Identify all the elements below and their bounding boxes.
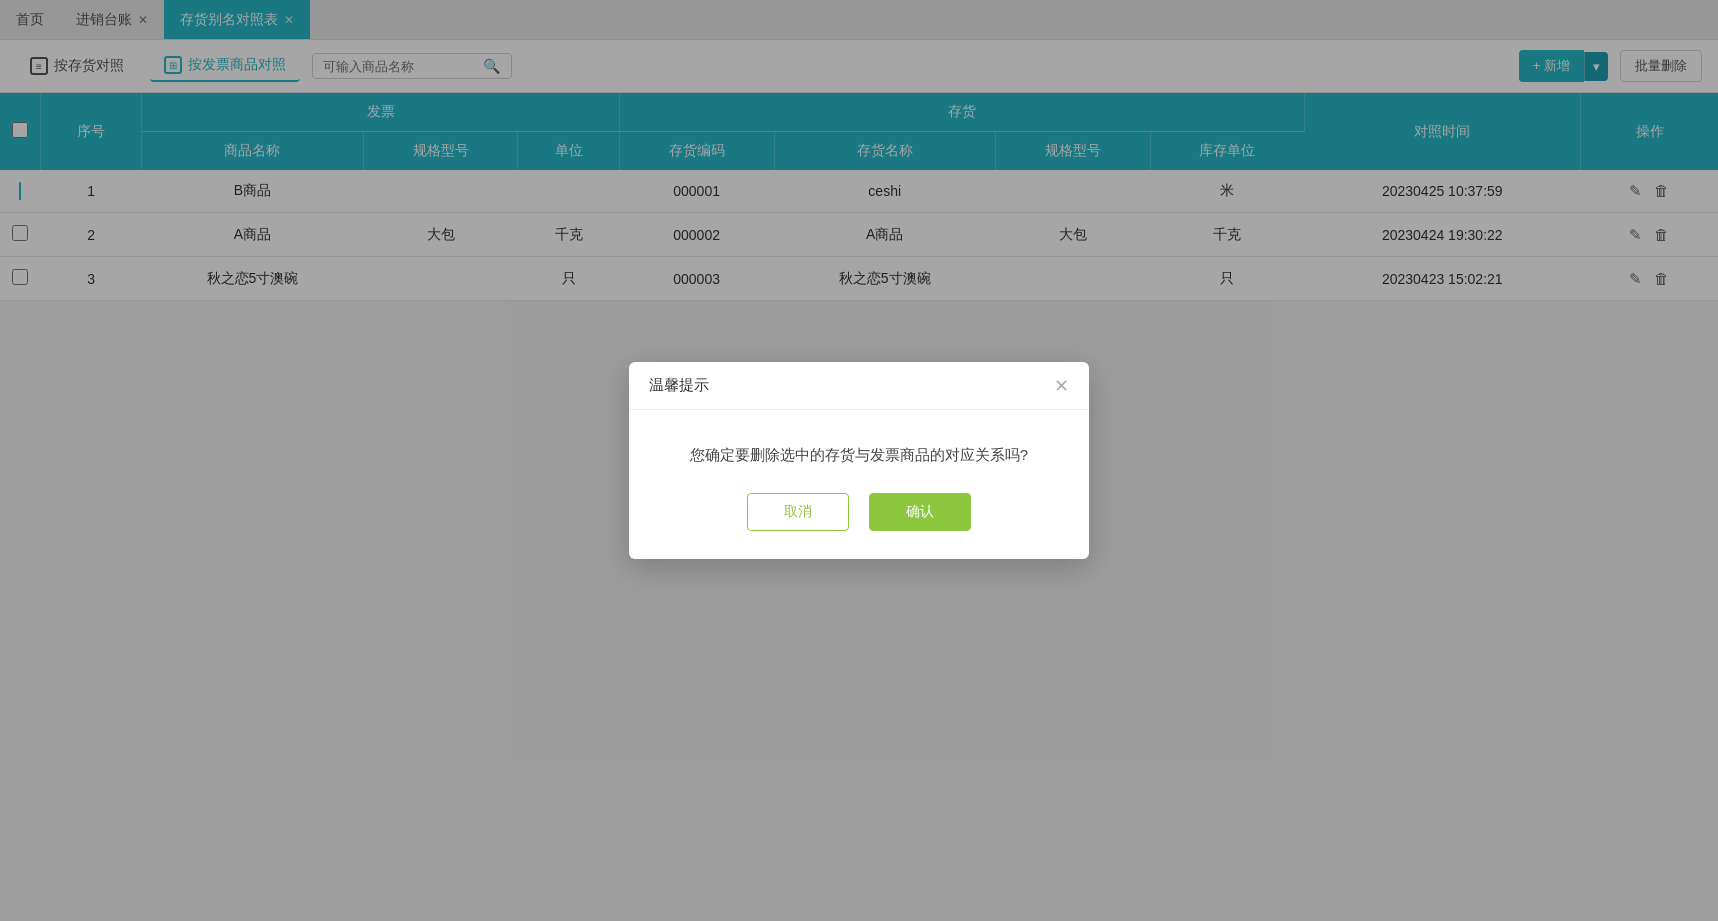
dialog-overlay: 温馨提示 ✕ 您确定要删除选中的存货与发票商品的对应关系吗? 取消 确认 bbox=[0, 0, 1718, 301]
